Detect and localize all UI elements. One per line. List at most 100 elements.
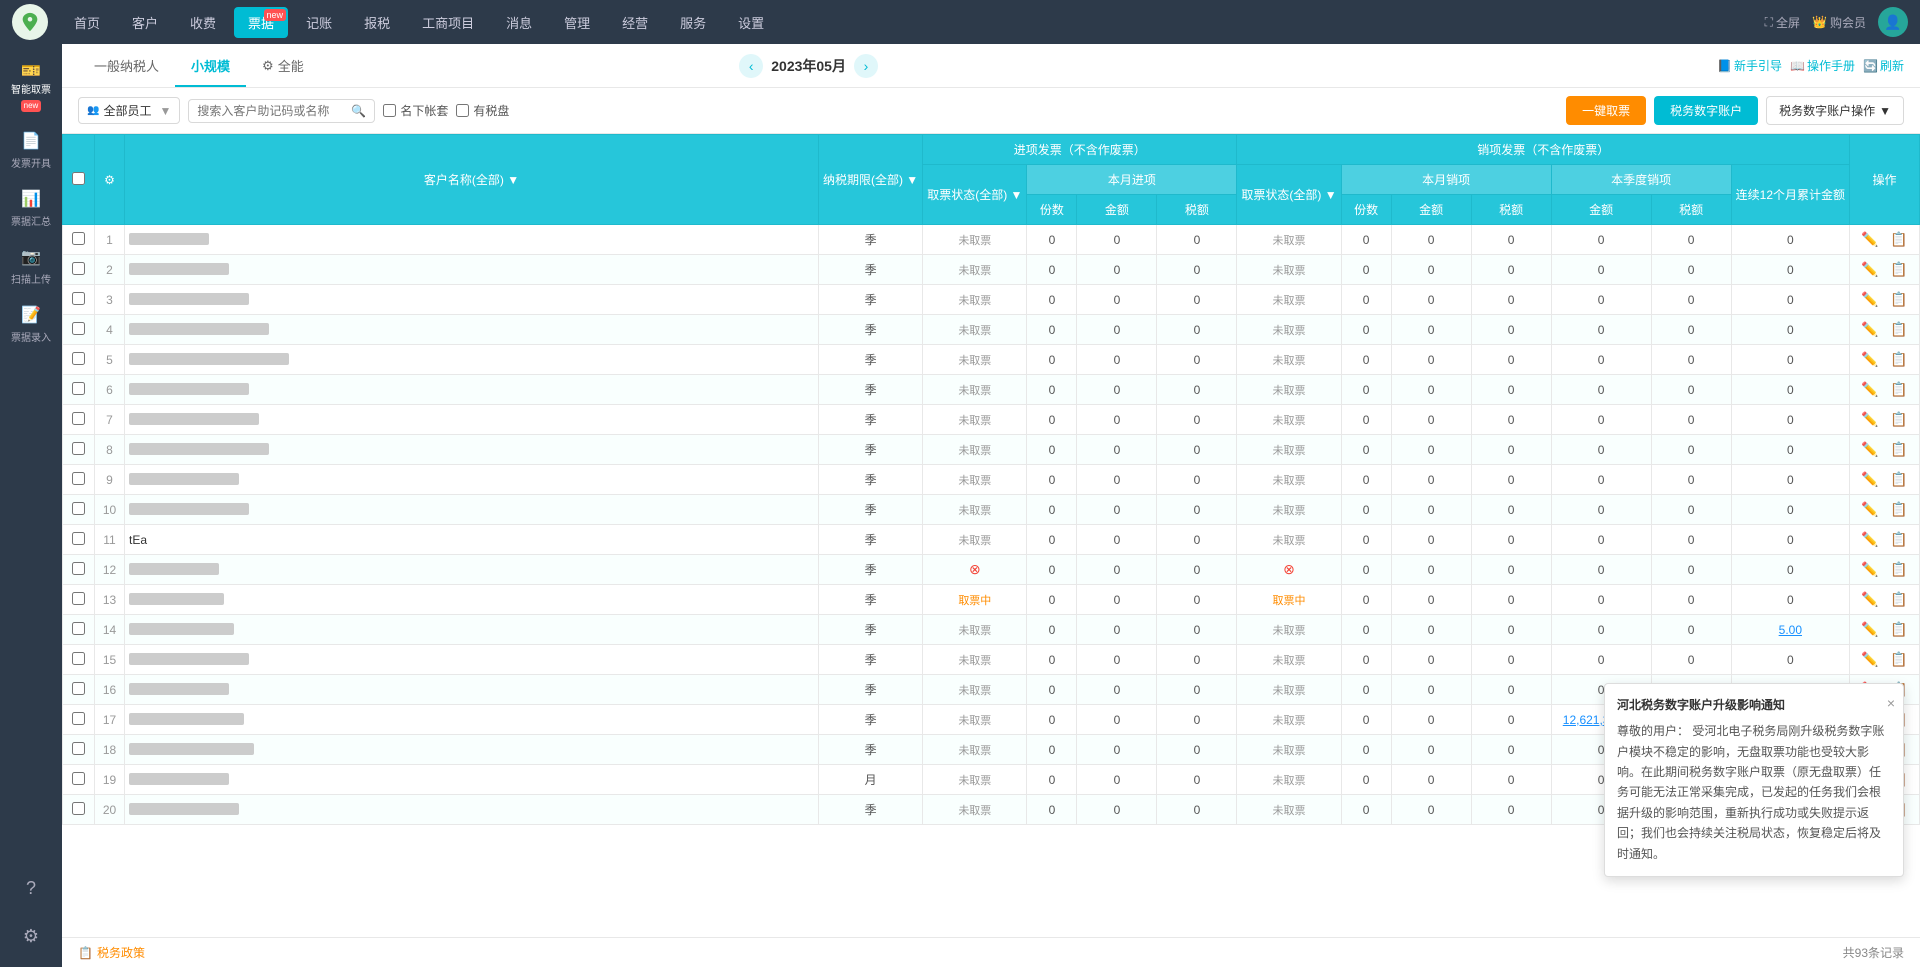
edit-btn[interactable]: ✏️ (1857, 379, 1882, 399)
copy-btn[interactable]: 📋 (1886, 469, 1911, 489)
nav-home[interactable]: 首页 (60, 7, 114, 38)
edit-btn[interactable]: ✏️ (1857, 529, 1882, 549)
period-prev-btn[interactable]: ‹ (739, 54, 763, 78)
cumulative-value[interactable]: 5.00 (1779, 623, 1802, 637)
row-checkbox[interactable] (72, 532, 85, 545)
edit-btn[interactable]: ✏️ (1857, 349, 1882, 369)
sidebar-item-smart-fetch[interactable]: 🎫 智能取票 new (2, 52, 60, 120)
ledger-checkbox[interactable] (383, 104, 396, 117)
edit-btn[interactable]: ✏️ (1857, 319, 1882, 339)
tax-account-ops-btn[interactable]: 税务数字账户操作 ▼ (1766, 96, 1904, 125)
edit-btn[interactable]: ✏️ (1857, 559, 1882, 579)
tax-disk-checkbox[interactable] (456, 104, 469, 117)
copy-btn[interactable]: 📋 (1886, 349, 1911, 369)
edit-btn[interactable]: ✏️ (1857, 289, 1882, 309)
bottom-bar: 📋 税务政策 共93条记录 (62, 937, 1920, 967)
copy-btn[interactable]: 📋 (1886, 379, 1911, 399)
row-checkbox[interactable] (72, 592, 85, 605)
sidebar-item-invoice-issue[interactable]: 📄 发票开具 (2, 122, 60, 178)
manual-link[interactable]: 📖操作手册 (1790, 57, 1855, 74)
copy-btn[interactable]: 📋 (1886, 559, 1911, 579)
nav-accounting[interactable]: 记账 (292, 7, 346, 38)
tab-small-scale[interactable]: 小规模 (175, 46, 246, 87)
row-checkbox[interactable] (72, 232, 85, 245)
edit-btn[interactable]: ✏️ (1857, 619, 1882, 639)
row-checkbox[interactable] (72, 292, 85, 305)
row-checkbox[interactable] (72, 412, 85, 425)
edit-btn[interactable]: ✏️ (1857, 469, 1882, 489)
fetch-ticket-btn[interactable]: 一键取票 (1566, 96, 1646, 125)
nav-invoice[interactable]: 票据 new (234, 7, 288, 38)
search-icon[interactable]: 🔍 (351, 104, 366, 118)
edit-btn[interactable]: ✏️ (1857, 259, 1882, 279)
nav-settings[interactable]: 设置 (724, 7, 778, 38)
sidebar-help[interactable]: ? (2, 869, 60, 907)
copy-btn[interactable]: 📋 (1886, 409, 1911, 429)
sidebar-settings-bottom[interactable]: ⚙ (2, 917, 60, 955)
edit-btn[interactable]: ✏️ (1857, 589, 1882, 609)
copy-btn[interactable]: 📋 (1886, 259, 1911, 279)
nav-fee[interactable]: 收费 (176, 7, 230, 38)
vip-btn[interactable]: 👑 购会员 (1812, 14, 1866, 31)
nav-operation[interactable]: 经营 (608, 7, 662, 38)
row-checkbox[interactable] (72, 562, 85, 575)
copy-btn[interactable]: 📋 (1886, 439, 1911, 459)
row-checkbox[interactable] (72, 502, 85, 515)
copy-btn[interactable]: 📋 (1886, 529, 1911, 549)
nav-customer[interactable]: 客户 (118, 7, 172, 38)
copy-btn[interactable]: 📋 (1886, 649, 1911, 669)
copy-btn[interactable]: 📋 (1886, 229, 1911, 249)
sidebar-item-scan[interactable]: 📷 扫描上传 (2, 238, 60, 294)
row-checkbox[interactable] (72, 472, 85, 485)
copy-btn[interactable]: 📋 (1886, 319, 1911, 339)
row-checkbox[interactable] (72, 742, 85, 755)
copy-btn[interactable]: 📋 (1886, 289, 1911, 309)
edit-btn[interactable]: ✏️ (1857, 229, 1882, 249)
tax-disk-checkbox-label[interactable]: 有税盘 (456, 102, 509, 119)
row-checkbox[interactable] (72, 382, 85, 395)
edit-btn[interactable]: ✏️ (1857, 499, 1882, 519)
ledger-checkbox-label[interactable]: 名下帐套 (383, 102, 448, 119)
user-avatar[interactable]: 👤 (1878, 7, 1908, 37)
nav-tax[interactable]: 报税 (350, 7, 404, 38)
row-checkbox[interactable] (72, 652, 85, 665)
copy-btn[interactable]: 📋 (1886, 589, 1911, 609)
row-checkbox[interactable] (72, 352, 85, 365)
nav-manage[interactable]: 管理 (550, 7, 604, 38)
header-actions: 📘新手引导 📖操作手册 🔄刷新 (1717, 57, 1904, 74)
row-checkbox[interactable] (72, 622, 85, 635)
refresh-link[interactable]: 🔄刷新 (1863, 57, 1904, 74)
nav-message[interactable]: 消息 (492, 7, 546, 38)
row-checkbox[interactable] (72, 772, 85, 785)
row-checkbox[interactable] (72, 262, 85, 275)
copy-btn[interactable]: 📋 (1886, 619, 1911, 639)
tax-account-btn[interactable]: 税务数字账户 (1654, 96, 1758, 125)
copy-btn[interactable]: 📋 (1886, 499, 1911, 519)
fullscreen-btn[interactable]: ⛶ 全屏 (1765, 14, 1800, 31)
action-cell: ✏️ 📋 (1850, 525, 1920, 555)
row-checkbox[interactable] (72, 682, 85, 695)
select-all-checkbox[interactable] (72, 172, 85, 185)
edit-btn[interactable]: ✏️ (1857, 439, 1882, 459)
nav-service[interactable]: 服务 (666, 7, 720, 38)
row-checkbox[interactable] (72, 322, 85, 335)
row-checkbox[interactable] (72, 442, 85, 455)
edit-btn[interactable]: ✏️ (1857, 649, 1882, 669)
search-input[interactable] (197, 104, 347, 118)
sidebar-item-summary[interactable]: 📊 票据汇总 (2, 180, 60, 236)
row-checkbox[interactable] (72, 712, 85, 725)
tax-period-cell: 季 (818, 435, 922, 465)
notification-close-btn[interactable]: × (1887, 692, 1895, 714)
period-next-btn[interactable]: › (854, 54, 878, 78)
sidebar-item-entry[interactable]: 📝 票据录入 (2, 296, 60, 352)
new-guide-link[interactable]: 📘新手引导 (1717, 57, 1782, 74)
tab-all[interactable]: ⚙ 全能 (246, 46, 320, 87)
edit-btn[interactable]: ✏️ (1857, 409, 1882, 429)
nav-business[interactable]: 工商项目 (408, 7, 488, 38)
tab-general-taxpayer[interactable]: 一般纳税人 (78, 46, 175, 87)
employee-select[interactable]: 👥 全部员工 ▼ (78, 97, 180, 124)
row-checkbox[interactable] (72, 802, 85, 815)
tax-policy-link[interactable]: 📋 税务政策 (78, 944, 145, 961)
out-tax-cell: 0 (1471, 285, 1551, 315)
tax-period-cell: 季 (818, 705, 922, 735)
